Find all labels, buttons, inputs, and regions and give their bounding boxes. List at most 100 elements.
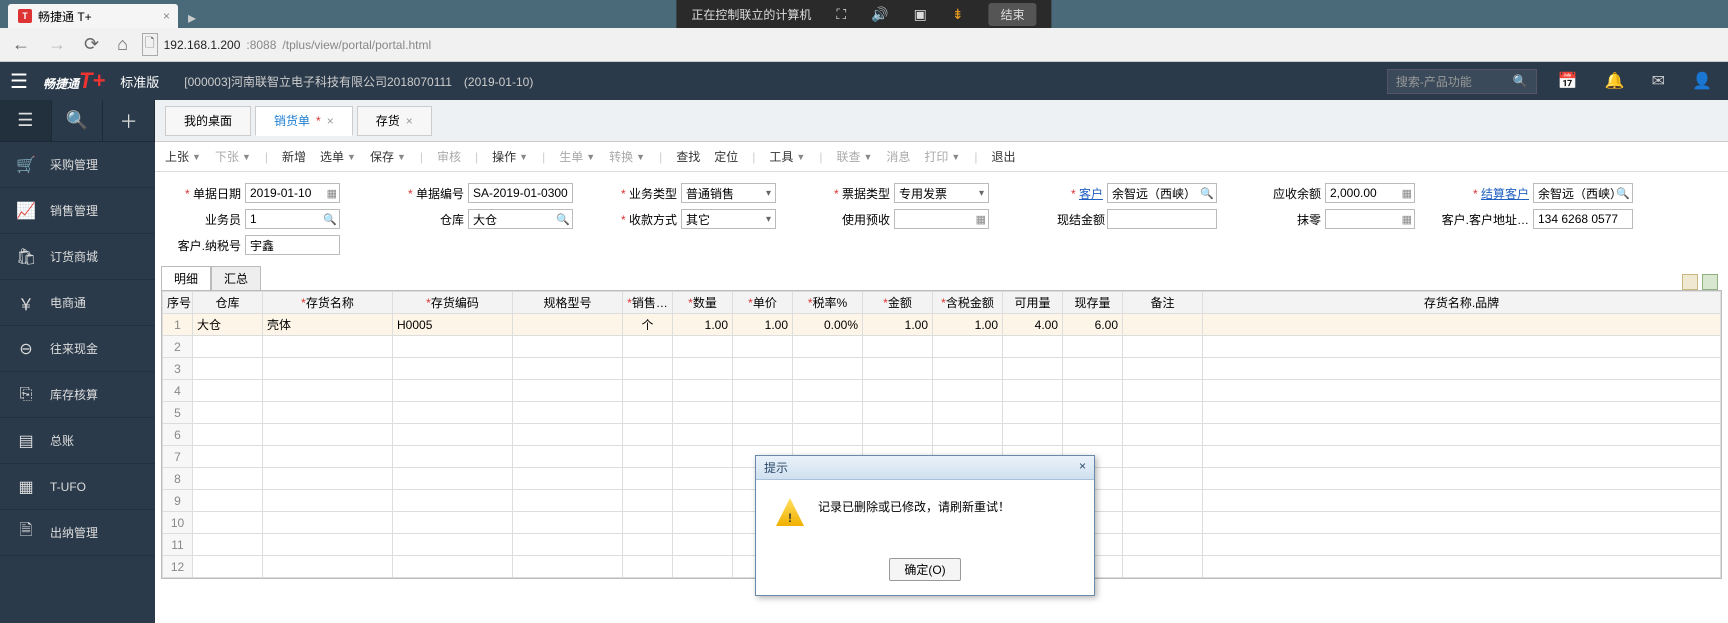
column-header[interactable]: 可用量 — [1003, 292, 1063, 314]
column-header[interactable]: *存货名称 — [263, 292, 393, 314]
column-header[interactable]: *单价 — [733, 292, 793, 314]
column-header[interactable]: 现存量 — [1063, 292, 1123, 314]
sidebar-item[interactable]: 📈销售管理 — [0, 188, 155, 234]
table-row-empty[interactable]: 4 — [163, 380, 1721, 402]
addr-input[interactable]: 134 6268 0577 — [1533, 209, 1633, 229]
sidebar-item[interactable]: 🗎出纳管理 — [0, 510, 155, 556]
wipe-input[interactable]: ▦ — [1325, 209, 1415, 229]
date-input[interactable]: 2019-01-10▦ — [245, 183, 340, 203]
subtab-summary[interactable]: 汇总 — [211, 266, 261, 290]
toolbar-item[interactable]: 工具▼ — [769, 148, 805, 165]
dialog-close-icon[interactable]: × — [1079, 459, 1086, 476]
lookup-icon[interactable]: 🔍 — [1616, 187, 1630, 200]
table-row-empty[interactable]: 6 — [163, 424, 1721, 446]
table-row-empty[interactable]: 3 — [163, 358, 1721, 380]
window-icon[interactable]: ▣ — [914, 6, 927, 23]
column-header[interactable]: *税率% — [793, 292, 863, 314]
sidebar-item[interactable]: ￥电商通 — [0, 280, 155, 326]
subtab-detail[interactable]: 明细 — [161, 266, 211, 290]
close-icon[interactable]: × — [406, 114, 413, 128]
invtype-select[interactable]: 专用发票 — [894, 183, 989, 203]
lookup-icon[interactable]: 🔍 — [323, 213, 337, 226]
lookup-icon[interactable]: 🔍 — [556, 213, 570, 226]
calc-icon[interactable]: ▦ — [976, 213, 986, 226]
dialog-ok-button[interactable]: 确定(O) — [889, 558, 960, 581]
sidebar-add-button[interactable]: ＋ — [103, 100, 155, 141]
paytype-select[interactable]: 其它 — [681, 209, 776, 229]
url-box[interactable]: 🗋 192.168.1.200:8088/tplus/view/portal/p… — [142, 33, 431, 56]
import-icon[interactable] — [1702, 274, 1718, 290]
cust-label[interactable]: 客户 — [1079, 187, 1103, 201]
sound-icon[interactable]: 🔊 — [871, 6, 888, 23]
content-area: 我的桌面销货单*×存货× 上张▼下张▼|新增选单▼保存▼|审核|操作▼|生单▼转… — [155, 100, 1728, 623]
back-button[interactable]: ← — [8, 34, 34, 55]
column-header[interactable]: *含税金额 — [933, 292, 1003, 314]
cust-input[interactable]: 余智远（西峡）🔍 — [1107, 183, 1217, 203]
sidebar-item[interactable]: 🛍订货商城 — [0, 234, 155, 280]
column-header[interactable]: 序号 — [163, 292, 193, 314]
column-header[interactable]: *金额 — [863, 292, 933, 314]
recv-input[interactable]: 2,000.00▦ — [1325, 183, 1415, 203]
toolbar-item[interactable]: 定位 — [714, 148, 738, 165]
close-icon[interactable]: × — [327, 114, 334, 128]
search-icon[interactable]: 🔍 — [1513, 74, 1528, 88]
close-icon[interactable]: × — [163, 9, 170, 23]
column-header[interactable]: *数量 — [673, 292, 733, 314]
sidebar-item[interactable]: ⎘库存核算 — [0, 372, 155, 418]
column-header[interactable]: 仓库 — [193, 292, 263, 314]
toolbar-item[interactable]: 上张▼ — [165, 148, 201, 165]
column-header[interactable]: 备注 — [1123, 292, 1203, 314]
home-button[interactable]: ⌂ — [113, 34, 132, 55]
export-icon[interactable] — [1682, 274, 1698, 290]
sidebar-search-button[interactable]: 🔍 — [52, 100, 104, 141]
settlecust-input[interactable]: 余智远（西峡）🔍 — [1533, 183, 1633, 203]
sidebar-item[interactable]: ▦T-UFO — [0, 464, 155, 510]
browser-tab[interactable]: T 畅捷通 T+ × — [8, 4, 178, 28]
pin-icon[interactable]: ⇟ — [952, 6, 964, 23]
calc-icon[interactable]: ▦ — [1402, 213, 1412, 226]
fullscreen-icon[interactable]: ⛶ — [836, 6, 846, 23]
settlecust-label[interactable]: 结算客户 — [1481, 187, 1529, 201]
lookup-icon[interactable]: 🔍 — [1200, 187, 1214, 200]
sidebar-item[interactable]: 🛒采购管理 — [0, 142, 155, 188]
doc-tab[interactable]: 存货× — [357, 106, 432, 136]
cash-input[interactable] — [1107, 209, 1217, 229]
table-row-empty[interactable]: 5 — [163, 402, 1721, 424]
toolbar-item[interactable]: 退出 — [991, 148, 1015, 165]
column-header[interactable]: *存货编码 — [393, 292, 513, 314]
column-header[interactable]: 存货名称.品牌 — [1203, 292, 1721, 314]
code-input[interactable]: SA-2019-01-0300 — [468, 183, 573, 203]
table-row[interactable]: 1大仓壳体H0005个1.001.000.00%1.001.004.006.00 — [163, 314, 1721, 336]
sidebar-item[interactable]: ▤总账 — [0, 418, 155, 464]
hamburger-icon[interactable]: ☰ — [10, 69, 28, 94]
end-remote-button[interactable]: 结束 — [989, 3, 1037, 26]
sidebar-collapse-button[interactable]: ☰ — [0, 100, 52, 141]
toolbar-item[interactable]: 新增 — [282, 148, 306, 165]
calendar-icon[interactable]: 📅 — [1552, 71, 1584, 91]
column-header[interactable]: *销售… — [623, 292, 673, 314]
new-tab-button[interactable]: ▸ — [178, 8, 206, 28]
toolbar-item[interactable]: 操作▼ — [492, 148, 528, 165]
biztype-select[interactable]: 普通销售 — [681, 183, 776, 203]
forward-button[interactable]: → — [44, 34, 70, 55]
doc-tab[interactable]: 销货单*× — [255, 106, 353, 136]
wh-input[interactable]: 大仓🔍 — [468, 209, 573, 229]
search-input[interactable]: 搜索-产品功能 🔍 — [1387, 69, 1537, 94]
calc-icon[interactable]: ▦ — [1402, 187, 1412, 200]
prepay-input[interactable]: ▦ — [894, 209, 989, 229]
bell-icon[interactable]: 🔔 — [1599, 71, 1631, 91]
reload-button[interactable]: ⟳ — [80, 34, 103, 55]
toolbar-item[interactable]: 保存▼ — [370, 148, 406, 165]
toolbar-item[interactable]: 查找 — [676, 148, 700, 165]
taxid-input[interactable]: 宇鑫 — [245, 235, 340, 255]
table-row-empty[interactable]: 2 — [163, 336, 1721, 358]
calendar-picker-icon[interactable]: ▦ — [327, 187, 337, 200]
column-header[interactable]: 规格型号 — [513, 292, 623, 314]
toolbar-item[interactable]: 选单▼ — [320, 148, 356, 165]
user-icon[interactable]: 👤 — [1686, 71, 1718, 91]
mail-icon[interactable]: ✉ — [1646, 71, 1671, 91]
doc-tab[interactable]: 我的桌面 — [165, 106, 251, 136]
sales-input[interactable]: 1🔍 — [245, 209, 340, 229]
nav-label: T-UFO — [50, 480, 86, 494]
sidebar-item[interactable]: ⊖往来现金 — [0, 326, 155, 372]
